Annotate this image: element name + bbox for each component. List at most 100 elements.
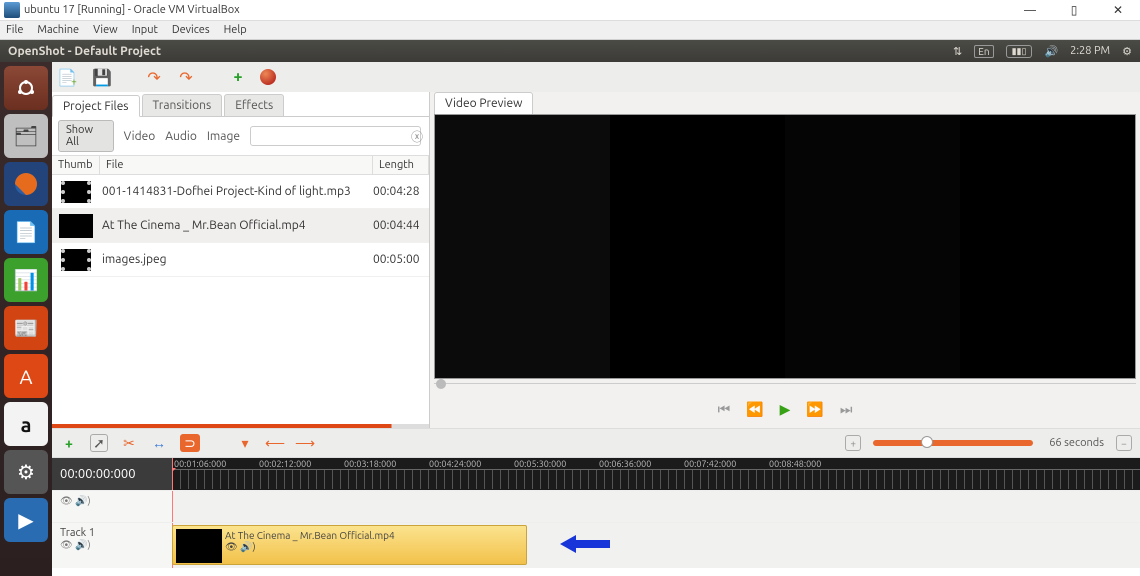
snap-tool-icon[interactable]: ⊃ bbox=[180, 434, 200, 452]
track-row: Track 1 👁 🔊) At The Cinema _ Mr.Bean Off… bbox=[52, 522, 1140, 568]
file-row[interactable]: 001-1414831-Dofhei Project-Kind of light… bbox=[52, 175, 429, 209]
filter-audio-button[interactable]: Audio bbox=[165, 130, 197, 143]
tab-transitions[interactable]: Transitions bbox=[142, 94, 223, 116]
launcher-settings-icon[interactable]: ⚙ bbox=[4, 450, 48, 494]
vbox-menu-view[interactable]: View bbox=[93, 24, 118, 36]
clip-audio-icon[interactable]: 🔊) bbox=[240, 541, 256, 552]
filter-image-button[interactable]: Image bbox=[207, 130, 240, 143]
vbox-menu-devices[interactable]: Devices bbox=[172, 24, 210, 36]
track-body[interactable] bbox=[172, 491, 1140, 522]
header-length[interactable]: Length bbox=[373, 156, 429, 174]
launcher-software-icon[interactable]: A bbox=[4, 354, 48, 398]
session-gear-icon[interactable]: ⚙ bbox=[1122, 45, 1132, 58]
undo-icon[interactable]: ↶ bbox=[144, 67, 164, 87]
add-track-icon[interactable]: + bbox=[60, 434, 78, 452]
track-body[interactable]: At The Cinema _ Mr.Bean Official.mp4 👁 🔊… bbox=[172, 523, 1140, 568]
preview-viewport[interactable] bbox=[434, 114, 1136, 379]
header-thumb[interactable]: Thumb bbox=[52, 156, 100, 174]
track-row: 👁 🔊) bbox=[52, 490, 1140, 522]
launcher-firefox-icon[interactable] bbox=[4, 162, 48, 206]
window-minimize-button[interactable]: — bbox=[1008, 0, 1052, 21]
track-audio-icon[interactable]: 🔊) bbox=[75, 539, 91, 550]
redo-icon[interactable]: ↷ bbox=[176, 67, 196, 87]
track-visibility-icon[interactable]: 👁 bbox=[60, 495, 73, 506]
network-indicator-icon[interactable]: ⇅ bbox=[953, 45, 962, 58]
razor-tool-icon[interactable]: ✂ bbox=[120, 434, 138, 452]
zoom-knob-icon[interactable] bbox=[921, 436, 933, 448]
track-visibility-icon[interactable]: 👁 bbox=[60, 539, 73, 550]
openshot-window: 📄+ 💾 ↶ ↷ + Project Files Transitions Eff… bbox=[52, 62, 1140, 576]
launcher-writer-icon[interactable]: 📄 bbox=[4, 210, 48, 254]
unity-launcher: 🗂 📄 📊 📰 A a ⚙ ▶ bbox=[0, 62, 52, 576]
vbox-menu-machine[interactable]: Machine bbox=[37, 24, 79, 36]
filter-search-input[interactable] bbox=[250, 126, 421, 146]
preview-seek-slider[interactable] bbox=[434, 383, 1136, 395]
clock[interactable]: 2:28 PM bbox=[1070, 45, 1110, 57]
sound-indicator-icon[interactable]: 🔊 bbox=[1044, 45, 1058, 58]
track-audio-icon[interactable]: 🔊) bbox=[75, 495, 91, 506]
preview-panel: Video Preview ⏮ ⏪ ▶ ⏩ ⏭ bbox=[430, 92, 1140, 428]
file-name: 001-1414831-Dofhei Project-Kind of light… bbox=[100, 185, 373, 198]
virtualbox-icon bbox=[4, 2, 20, 18]
project-files-panel: Project Files Transitions Effects Show A… bbox=[52, 92, 430, 428]
clip-visibility-icon[interactable]: 👁 bbox=[225, 541, 238, 552]
filter-show-all-button[interactable]: Show All bbox=[58, 120, 114, 152]
vbox-menu-input[interactable]: Input bbox=[132, 24, 158, 36]
preview-tab[interactable]: Video Preview bbox=[434, 92, 533, 114]
launcher-dash-icon[interactable] bbox=[4, 66, 48, 110]
play-icon[interactable]: ▶ bbox=[780, 401, 791, 418]
import-files-icon[interactable]: + bbox=[228, 67, 248, 87]
jump-end-icon[interactable]: ⏭ bbox=[840, 401, 853, 418]
file-thumb-icon bbox=[52, 249, 100, 271]
launcher-impress-icon[interactable]: 📰 bbox=[4, 306, 48, 350]
jump-start-icon[interactable]: ⏮ bbox=[718, 401, 731, 418]
marker-prev-icon[interactable]: ▾ bbox=[236, 434, 254, 452]
select-tool-icon[interactable]: ➚ bbox=[90, 434, 108, 452]
timeline-clip[interactable]: At The Cinema _ Mr.Bean Official.mp4 👁 🔊… bbox=[172, 525, 527, 565]
launcher-files-icon[interactable]: 🗂 bbox=[4, 114, 48, 158]
zoom-out-icon[interactable]: − bbox=[1116, 435, 1132, 451]
ruler-tick-label: 00:03:18:000 bbox=[342, 458, 427, 469]
marker-next-icon[interactable]: ⟶ bbox=[296, 434, 314, 452]
tab-project-files[interactable]: Project Files bbox=[52, 95, 140, 117]
new-project-icon[interactable]: 📄+ bbox=[60, 67, 80, 87]
window-maximize-button[interactable]: ▯ bbox=[1052, 0, 1096, 21]
track-label[interactable]: 👁 🔊) bbox=[52, 491, 172, 522]
seek-knob-icon[interactable] bbox=[436, 379, 446, 389]
ruler-tick-label: 00:02:12:000 bbox=[257, 458, 342, 469]
annotation-arrow-icon bbox=[560, 535, 610, 553]
virtualbox-titlebar: ubuntu 17 [Running] - Oracle VM VirtualB… bbox=[0, 0, 1140, 21]
zoom-label: 66 seconds bbox=[1049, 437, 1104, 449]
zoom-slider[interactable] bbox=[873, 440, 1033, 446]
resize-tool-icon[interactable]: ↔ bbox=[150, 434, 168, 452]
marker-center-icon[interactable]: ⟵ bbox=[266, 434, 284, 452]
panel-tabs: Project Files Transitions Effects bbox=[52, 92, 429, 117]
launcher-amazon-icon[interactable]: a bbox=[4, 402, 48, 446]
timeline: 00:00:00:000 00:01:06:000 00:02:12:000 0… bbox=[52, 458, 1140, 576]
launcher-player-icon[interactable]: ▶ bbox=[4, 498, 48, 542]
ruler-tick-label: 00:06:36:000 bbox=[597, 458, 682, 469]
window-close-button[interactable]: ✕ bbox=[1096, 0, 1140, 21]
track-label[interactable]: Track 1 👁 🔊) bbox=[52, 523, 172, 568]
filter-video-button[interactable]: Video bbox=[124, 130, 156, 143]
timeline-position: 00:00:00:000 bbox=[52, 458, 172, 490]
keyboard-layout-indicator[interactable]: En bbox=[974, 45, 993, 58]
file-row[interactable]: images.jpeg 00:05:00 bbox=[52, 243, 429, 277]
vbox-menu-file[interactable]: File bbox=[6, 24, 23, 36]
file-row[interactable]: At The Cinema _ Mr.Bean Official.mp4 00:… bbox=[52, 209, 429, 243]
battery-indicator-icon[interactable]: ▮▮▯ bbox=[1006, 45, 1033, 58]
ruler-tick-label: 00:05:30:000 bbox=[512, 458, 597, 469]
ruler-tick-label: 00:04:24:000 bbox=[427, 458, 512, 469]
step-forward-icon[interactable]: ⏩ bbox=[806, 401, 823, 418]
timeline-ruler[interactable]: 00:01:06:000 00:02:12:000 00:03:18:000 0… bbox=[172, 458, 1140, 490]
launcher-calc-icon[interactable]: 📊 bbox=[4, 258, 48, 302]
file-name: images.jpeg bbox=[100, 253, 373, 266]
export-record-icon[interactable] bbox=[260, 69, 276, 85]
save-project-icon[interactable]: 💾 bbox=[92, 67, 112, 87]
header-file[interactable]: File bbox=[100, 156, 373, 174]
step-back-icon[interactable]: ⏪ bbox=[746, 401, 763, 418]
vbox-menu-help[interactable]: Help bbox=[224, 24, 247, 36]
zoom-in-icon[interactable]: + bbox=[845, 435, 861, 451]
tab-effects[interactable]: Effects bbox=[224, 94, 284, 116]
playhead-icon[interactable] bbox=[172, 458, 173, 490]
